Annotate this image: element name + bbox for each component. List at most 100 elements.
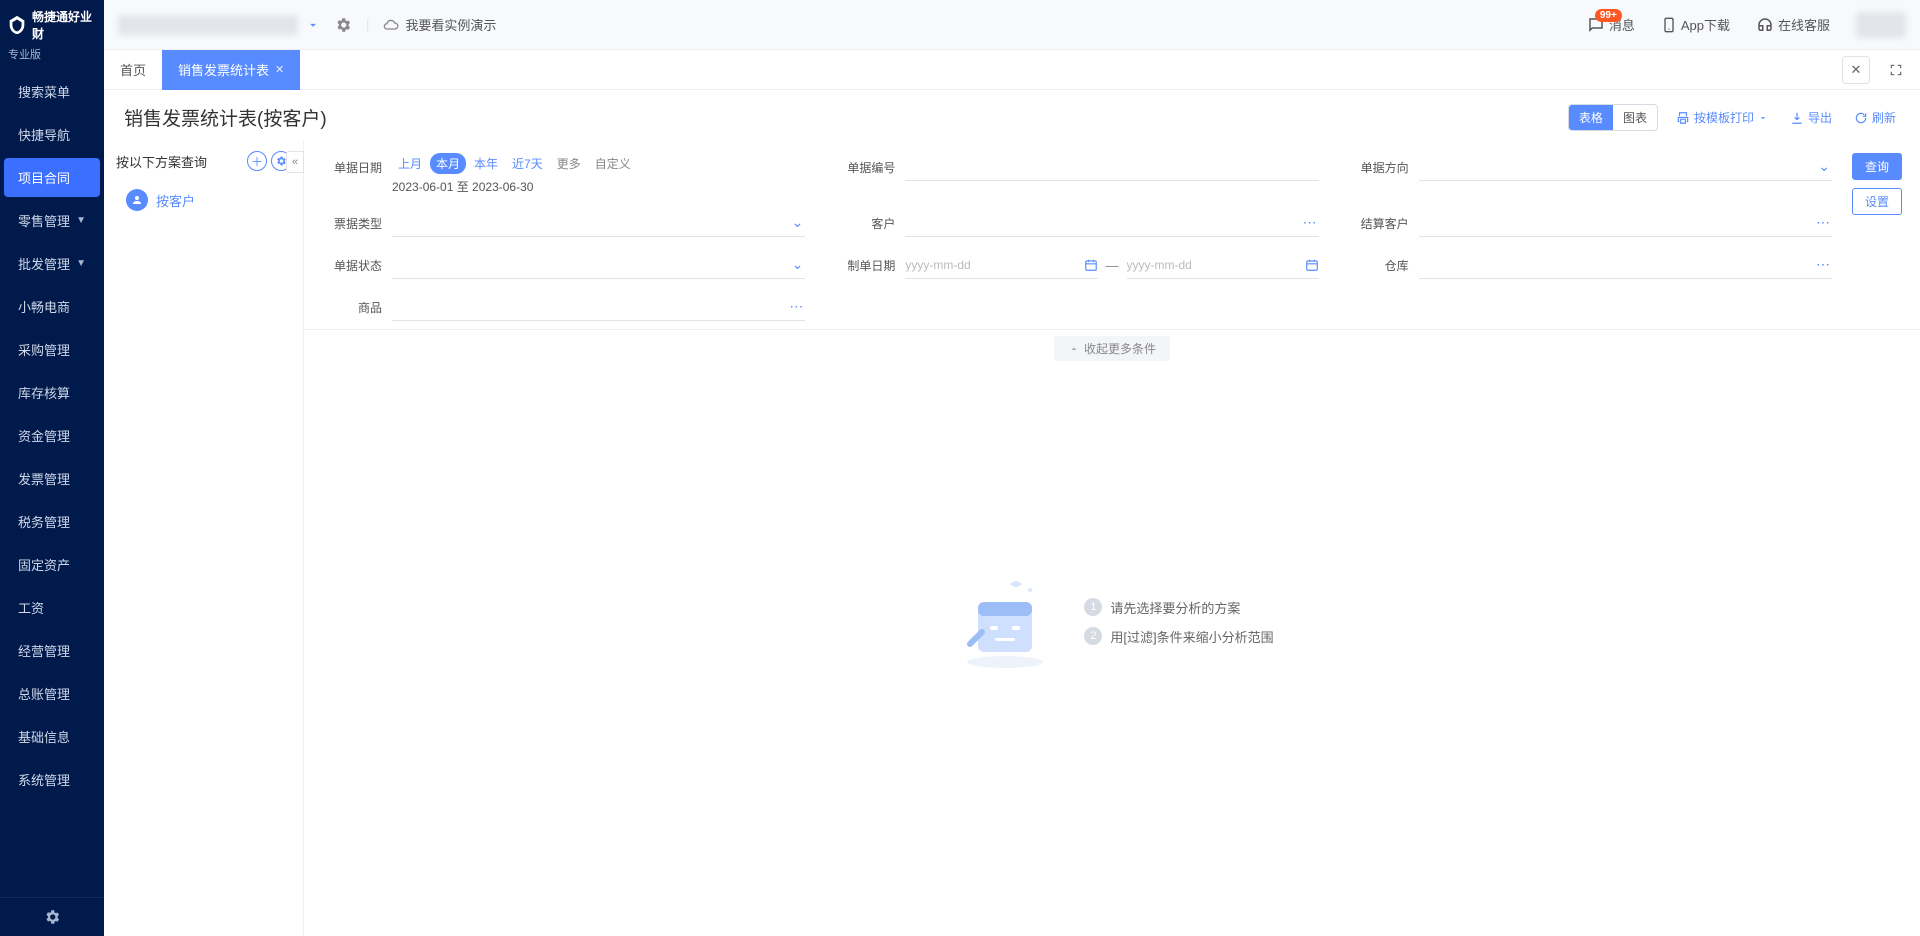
preset-seven-days[interactable]: 近7天	[506, 153, 549, 174]
sidebar-item-12[interactable]: 工资	[0, 586, 104, 629]
doc-no-input[interactable]	[905, 153, 1318, 181]
sidebar-item-6[interactable]: 采购管理	[0, 328, 104, 371]
headset-icon	[1756, 16, 1774, 34]
message-badge: 99+	[1595, 9, 1622, 22]
doc-date-label: 单据日期	[322, 153, 382, 176]
add-scheme-button[interactable]: ＋	[247, 151, 267, 171]
more-icon: ⋯	[1814, 214, 1832, 231]
org-name-redacted	[118, 15, 298, 35]
sidebar-item-9[interactable]: 发票管理	[0, 457, 104, 500]
customer-label: 客户	[835, 209, 895, 232]
sidebar-item-14[interactable]: 总账管理	[0, 672, 104, 715]
user-avatar-redacted[interactable]	[1856, 12, 1906, 38]
close-icon[interactable]: ✕	[275, 63, 284, 76]
page-header: 销售发票统计表(按客户) 表格 图表 按模板打印 导出 刷新	[104, 90, 1920, 141]
page-title: 销售发票统计表(按客户)	[124, 104, 327, 131]
settings-button[interactable]: 设置	[1852, 188, 1902, 215]
doc-no-label: 单据编号	[835, 153, 895, 176]
create-date-from[interactable]: yyyy-mm-dd	[905, 251, 1097, 279]
product-picker[interactable]: ⋯	[392, 293, 805, 321]
tabbar: 首页 销售发票统计表 ✕ ✕	[104, 50, 1920, 90]
doc-status-select[interactable]: ⌄	[392, 251, 805, 279]
topbar-settings-icon[interactable]	[334, 16, 352, 34]
preset-more[interactable]: 更多	[551, 153, 587, 174]
preset-last-month[interactable]: 上月	[392, 153, 428, 174]
sidebar-item-3[interactable]: 零售管理▼	[0, 199, 104, 242]
chevron-down-icon: ⌄	[790, 256, 806, 273]
messages-link[interactable]: 消息 99+	[1581, 15, 1641, 34]
gear-icon	[334, 16, 352, 34]
settle-customer-label: 结算客户	[1349, 209, 1409, 232]
chevron-down-icon	[306, 18, 320, 32]
view-table[interactable]: 表格	[1569, 105, 1613, 130]
tab-home[interactable]: 首页	[104, 50, 162, 90]
refresh-button[interactable]: 刷新	[1850, 109, 1900, 126]
export-button[interactable]: 导出	[1786, 109, 1836, 126]
collapse-panel-button[interactable]: «	[286, 151, 304, 173]
support-link[interactable]: 在线客服	[1750, 15, 1836, 34]
sidebar-item-15[interactable]: 基础信息	[0, 715, 104, 758]
print-icon	[1676, 111, 1690, 125]
sidebar-item-5[interactable]: 小畅电商	[0, 285, 104, 328]
brand-edition: 专业版	[0, 46, 104, 70]
chevron-up-icon	[1068, 343, 1080, 355]
sidebar-item-11[interactable]: 固定资产	[0, 543, 104, 586]
brand-logo: 畅捷通好业财	[0, 0, 104, 50]
preset-this-month[interactable]: 本月	[430, 153, 466, 174]
view-switch: 表格 图表	[1568, 104, 1658, 131]
warehouse-label: 仓库	[1349, 251, 1409, 274]
empty-step-1: 1 请先选择要分析的方案	[1084, 598, 1273, 617]
chevron-down-icon: ⌄	[1816, 158, 1832, 175]
settle-customer-picker[interactable]: ⋯	[1419, 209, 1832, 237]
warehouse-picker[interactable]: ⋯	[1419, 251, 1832, 279]
chevron-down-icon: ▼	[76, 215, 86, 226]
sidebar-item-2[interactable]: 项目合同	[4, 158, 100, 197]
invoice-type-select[interactable]: ⌄	[392, 209, 805, 237]
close-all-tabs[interactable]: ✕	[1842, 56, 1870, 84]
org-selector[interactable]	[118, 15, 320, 35]
demo-link[interactable]: 我要看实例演示	[383, 15, 496, 34]
refresh-icon	[1854, 111, 1868, 125]
preset-custom[interactable]: 自定义	[589, 153, 637, 174]
fullscreen-icon[interactable]	[1882, 56, 1910, 84]
doc-dir-select[interactable]: ⌄	[1419, 153, 1832, 181]
scheme-by-customer[interactable]: 按客户	[116, 183, 291, 217]
empty-illustration	[950, 572, 1060, 672]
more-icon: ⋯	[787, 298, 805, 315]
product-label: 商品	[322, 293, 382, 316]
more-icon: ⋯	[1814, 256, 1832, 273]
customer-picker[interactable]: ⋯	[905, 209, 1318, 237]
sidebar-item-16[interactable]: 系统管理	[0, 758, 104, 801]
doc-dir-label: 单据方向	[1349, 153, 1409, 176]
empty-state: 1 请先选择要分析的方案 2 用[过滤]条件来缩小分析范围	[304, 367, 1920, 936]
chevron-down-icon: ▼	[76, 258, 86, 269]
preset-this-year[interactable]: 本年	[468, 153, 504, 174]
view-chart[interactable]: 图表	[1613, 105, 1657, 130]
print-button[interactable]: 按模板打印	[1672, 109, 1772, 126]
sidebar-item-13[interactable]: 经营管理	[0, 629, 104, 672]
tab-current[interactable]: 销售发票统计表 ✕	[162, 50, 300, 90]
mobile-icon	[1661, 16, 1677, 34]
sidebar: 畅捷通好业财 专业版 搜索菜单快捷导航项目合同零售管理▼批发管理▼小畅电商采购管…	[0, 0, 104, 936]
brand-name: 畅捷通好业财	[32, 8, 98, 42]
sidebar-item-4[interactable]: 批发管理▼	[0, 242, 104, 285]
query-button[interactable]: 查询	[1852, 153, 1902, 180]
calendar-icon	[1084, 258, 1098, 272]
create-date-to[interactable]: yyyy-mm-dd	[1127, 251, 1319, 279]
sidebar-item-0[interactable]: 搜索菜单	[0, 70, 104, 113]
sidebar-item-8[interactable]: 资金管理	[0, 414, 104, 457]
sidebar-item-10[interactable]: 税务管理	[0, 500, 104, 543]
date-range-display: 2023-06-01 至 2023-06-30	[392, 178, 805, 195]
more-icon: ⋯	[1301, 214, 1319, 231]
gear-icon	[43, 908, 61, 926]
sidebar-menu: 搜索菜单快捷导航项目合同零售管理▼批发管理▼小畅电商采购管理库存核算资金管理发票…	[0, 70, 104, 897]
app-download-link[interactable]: App下载	[1655, 15, 1736, 34]
sidebar-settings[interactable]	[0, 897, 104, 936]
sidebar-item-1[interactable]: 快捷导航	[0, 113, 104, 156]
create-date-label: 制单日期	[835, 251, 895, 274]
sidebar-item-7[interactable]: 库存核算	[0, 371, 104, 414]
empty-step-2: 2 用[过滤]条件来缩小分析范围	[1084, 627, 1273, 646]
collapse-filters-button[interactable]: 收起更多条件	[1054, 336, 1170, 361]
calendar-icon	[1305, 258, 1319, 272]
filter-form: 单据日期 上月 本月 本年 近7天 更多 自定义 20	[304, 141, 1920, 330]
